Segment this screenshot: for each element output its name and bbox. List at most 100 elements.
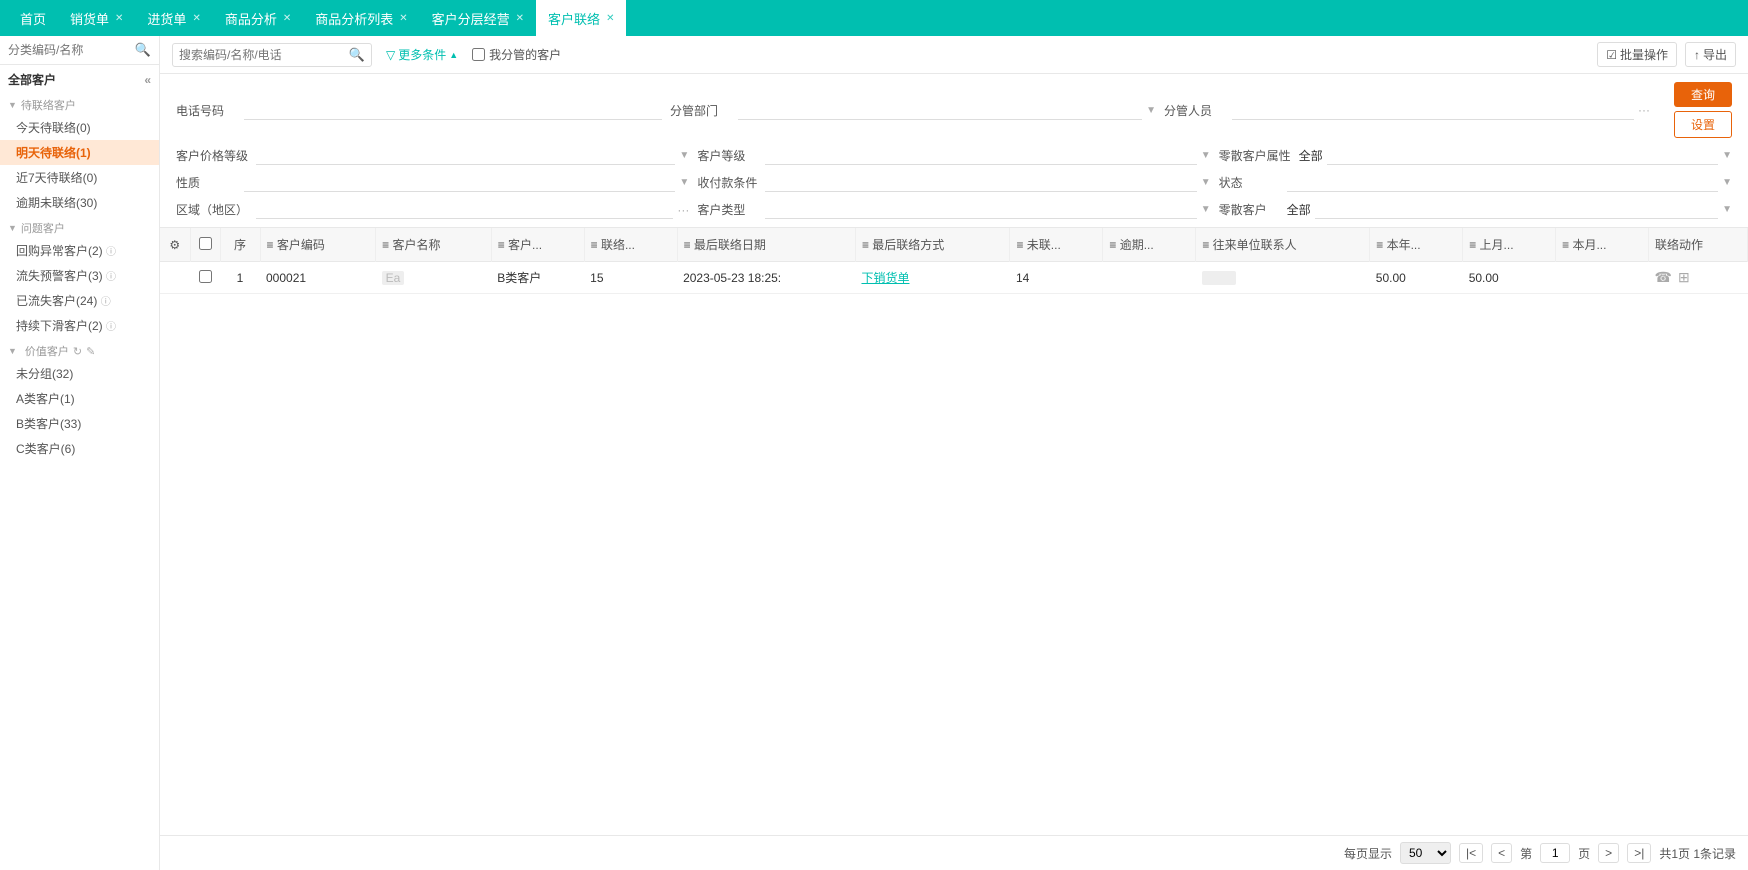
col-last-contact-method-header[interactable]: ≡ 最后联络方式 [855,228,1010,262]
my-customers-check[interactable] [472,48,485,61]
filter-nature-select[interactable] [244,173,675,192]
nav-purchase[interactable]: 进货单 ✕ [135,0,212,36]
sidebar-group-problem-customers[interactable]: 问题客户 [0,215,159,238]
top-nav: 首页 销货单 ✕ 进货单 ✕ 商品分析 ✕ 商品分析列表 ✕ 客户分层经营 ✕ … [0,0,1748,36]
select-all-checkbox[interactable] [199,237,212,250]
col-no-header[interactable]: 序 [220,228,260,262]
col-last-month-header[interactable]: ≡ 上月... [1463,228,1556,262]
col-overdue-header[interactable]: ≡ 逾期... [1103,228,1196,262]
sidebar-search-input[interactable] [8,43,135,57]
sidebar-item-lost-risk[interactable]: 流失预警客户(3) ⓘ [0,263,159,288]
filter-dept-select[interactable] [738,101,1142,120]
filter-price-level-select[interactable] [256,146,675,165]
value-customers-edit-icon[interactable]: ✎ [86,345,95,358]
nav-home[interactable]: 首页 [8,0,58,36]
sidebar-item-class-c[interactable]: C类客户(6) [0,436,159,461]
sidebar-group-value-customers[interactable]: 价值客户 ↻ ✎ [0,338,159,361]
nav-analysis-list[interactable]: 商品分析列表 ✕ [303,0,419,36]
filter-region-input[interactable] [256,200,673,219]
col-this-year-header[interactable]: ≡ 本年... [1370,228,1463,262]
per-page-select[interactable]: 50 100 200 [1400,842,1451,864]
search-input[interactable] [179,48,349,62]
close-icon[interactable]: ✕ [606,13,614,24]
row-checkbox[interactable] [190,262,220,294]
filter-nature: 性质 ▼ [176,173,689,192]
sidebar: 🔍 全部客户 « 待联络客户 今天待联络(0) 明天待联络(1) 近7天待联络(… [0,36,160,870]
nav-customer-contact[interactable]: 客户联络 ✕ [536,0,626,36]
close-icon[interactable]: ✕ [516,13,524,24]
filter-retail-select[interactable] [1315,200,1718,219]
col-this-month-header[interactable]: ≡ 本月... [1556,228,1649,262]
batch-op-button[interactable]: ☑ 批量操作 [1597,42,1677,67]
filter-status-select[interactable] [1287,173,1718,192]
row-overdue [1103,262,1196,294]
total-label: 共1页 1条记录 [1659,845,1736,862]
filter-customer-level-label: 客户等级 [697,147,757,164]
filter-row-4: 区域（地区） ··· 客户类型 ▼ 零散客户 全部 ▼ [176,200,1732,219]
grid-action-icon[interactable]: ⊞ [1678,269,1690,286]
collapse-icon[interactable]: « [144,73,151,87]
col-gear-header[interactable]: ⚙ [160,228,190,262]
setup-button[interactable]: 设置 [1674,111,1732,138]
all-customers-header[interactable]: 全部客户 « [0,65,159,92]
filter-dept: 分管部门 ▼ [670,101,1156,120]
sidebar-search-icon[interactable]: 🔍 [135,42,151,58]
last-page-button[interactable]: >| [1627,843,1651,863]
page-input[interactable] [1540,843,1570,863]
first-page-button[interactable]: |< [1459,843,1483,863]
filter-customer-type-select[interactable] [765,200,1196,219]
close-icon[interactable]: ✕ [283,13,291,24]
close-icon[interactable]: ✕ [115,13,123,24]
query-button[interactable]: 查询 [1674,82,1732,107]
sidebar-item-class-a[interactable]: A类客户(1) [0,386,159,411]
value-customers-refresh-icon[interactable]: ↻ [73,345,82,358]
sidebar-item-week[interactable]: 近7天待联络(0) [0,165,159,190]
filter-payment-select[interactable] [765,173,1196,192]
close-icon[interactable]: ✕ [192,13,200,24]
retail-value: 全部 [1287,201,1311,218]
filter-actions: 查询 设置 [1674,82,1732,138]
more-dots-icon[interactable]: ··· [677,203,689,217]
filter-customer-level-select[interactable] [765,146,1196,165]
sidebar-item-tomorrow[interactable]: 明天待联络(1) [0,140,159,165]
more-filter-button[interactable]: ▽ 更多条件 ▲ [380,43,464,66]
col-last-contact-date-header[interactable]: ≡ 最后联络日期 [677,228,855,262]
col-no-contact-header[interactable]: ≡ 未联... [1010,228,1103,262]
sidebar-group-pending-contact[interactable]: 待联络客户 [0,92,159,115]
next-page-button[interactable]: > [1598,843,1619,863]
sidebar-item-overdue[interactable]: 逾期未联络(30) [0,190,159,215]
nav-customer-segment[interactable]: 客户分层经营 ✕ [420,0,536,36]
nav-analysis[interactable]: 商品分析 ✕ [213,0,303,36]
col-code-header[interactable]: ≡ 客户编码 [260,228,376,262]
my-customers-checkbox[interactable]: 我分管的客户 [472,46,561,63]
col-unit-contact-header[interactable]: ≡ 往来单位联系人 [1196,228,1370,262]
sidebar-item-lost[interactable]: 已流失客户(24) ⓘ [0,288,159,313]
filter-phone-input[interactable] [244,101,662,120]
filter-retail-attr-label: 零散客户属性 [1219,147,1291,164]
filter-retail-attr-select[interactable] [1327,146,1718,165]
sidebar-item-repeat-abnormal[interactable]: 回购异常客户(2) ⓘ [0,238,159,263]
nav-sales[interactable]: 销货单 ✕ [58,0,135,36]
prev-page-button[interactable]: < [1491,843,1512,863]
chevron-down-icon: ▼ [1201,177,1211,188]
col-name-header[interactable]: ≡ 客户名称 [376,228,492,262]
search-input-wrap: 🔍 [172,43,372,67]
col-contact-action-header[interactable]: 联络动作 [1649,228,1748,262]
col-contacts-header[interactable]: ≡ 联络... [584,228,677,262]
col-checkbox-header[interactable] [190,228,220,262]
sidebar-search-area: 🔍 [0,36,159,65]
filter-retail-label: 零散客户 [1219,201,1279,218]
sidebar-item-today[interactable]: 今天待联络(0) [0,115,159,140]
sidebar-item-unclassified[interactable]: 未分组(32) [0,361,159,386]
close-icon[interactable]: ✕ [399,13,407,24]
more-dots-icon[interactable]: ··· [1638,103,1650,117]
search-icon[interactable]: 🔍 [349,47,365,63]
chevron-down-icon: ▼ [1722,150,1732,161]
col-type-header[interactable]: ≡ 客户... [491,228,584,262]
sidebar-item-declining[interactable]: 持续下滑客户(2) ⓘ [0,313,159,338]
sidebar-item-class-b[interactable]: B类客户(33) [0,411,159,436]
export-button[interactable]: ↑ 导出 [1685,42,1736,67]
filter-manager-input[interactable] [1232,101,1634,120]
phone-action-icon[interactable]: ☎ [1655,269,1672,286]
row-this-month [1556,262,1649,294]
